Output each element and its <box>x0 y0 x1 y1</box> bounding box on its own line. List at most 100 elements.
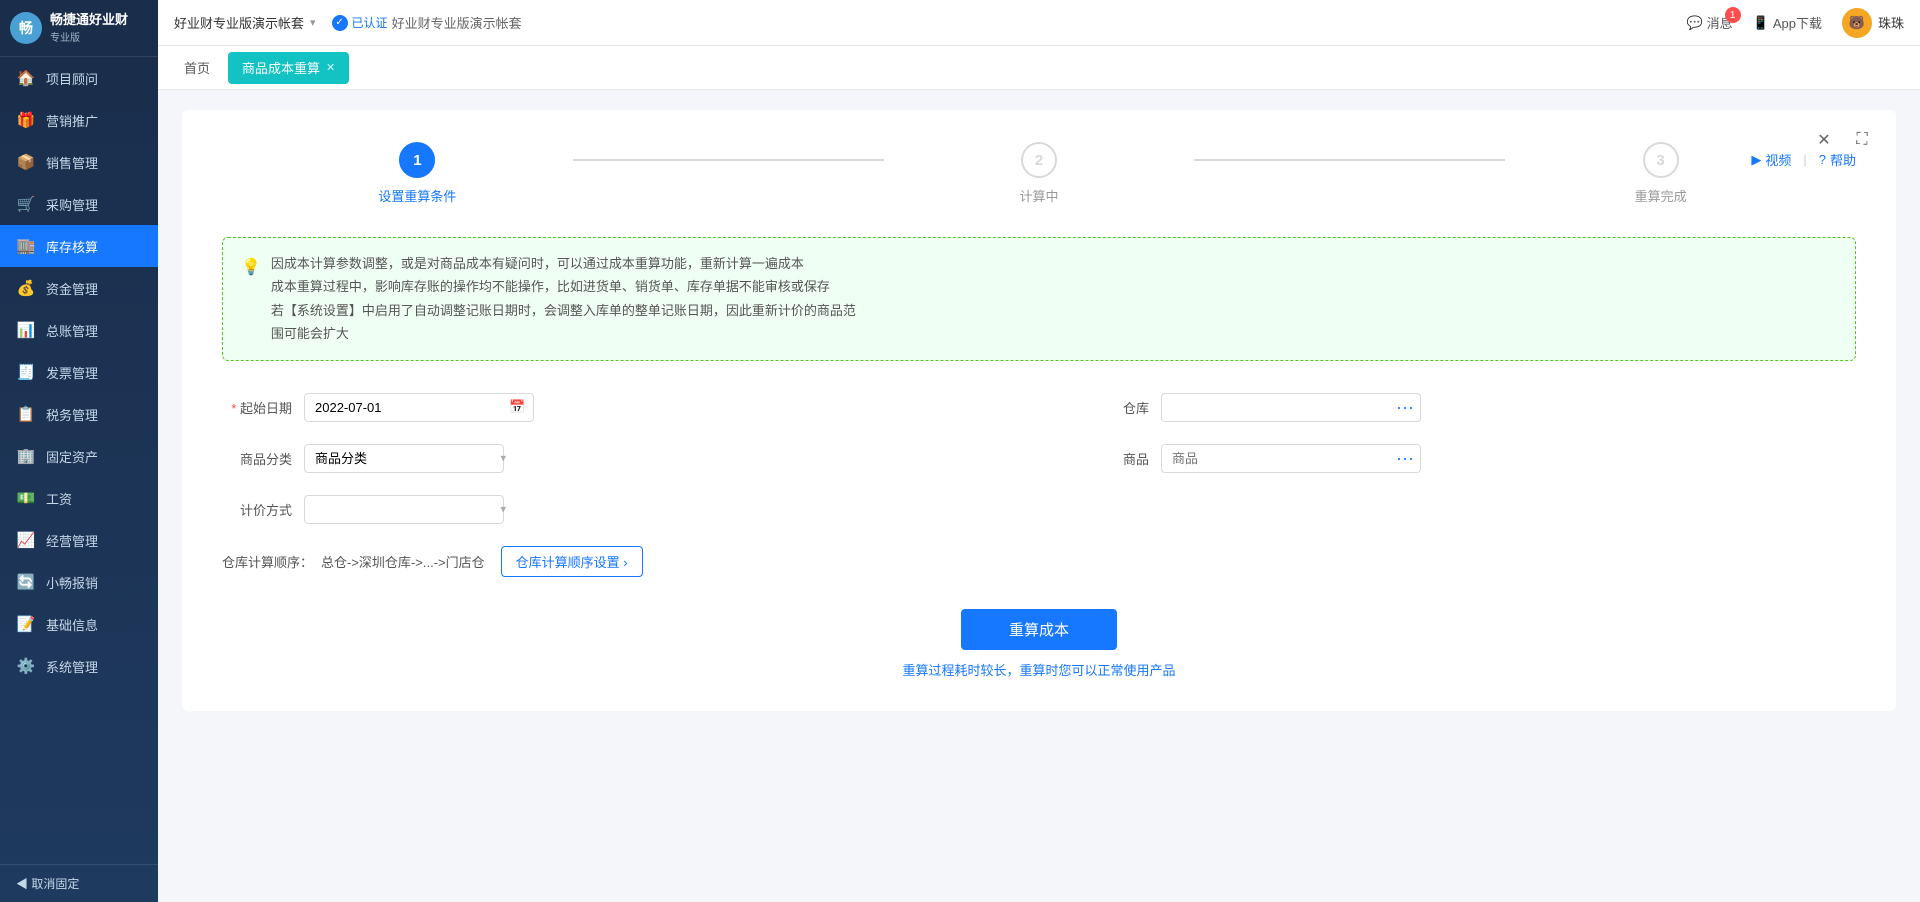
warehouse-field: 仓库 ··· <box>1079 393 1856 422</box>
invoice-icon: 🧾 <box>16 362 36 382</box>
help-link[interactable]: ? 帮助 <box>1819 150 1856 169</box>
info-line-1: 因成本计算参数调整，或是对商品成本有疑问时，可以通过成本重算功能，重新计算一遍成… <box>271 252 856 275</box>
content-area: ✕ ⛶ 1 设置重算条件 2 <box>158 90 1920 902</box>
form-row-2: 商品分类 商品分类 ▾ 商品 ··· <box>222 444 1856 473</box>
step-1-label: 设置重算条件 <box>378 186 456 205</box>
sidebar-item-sales[interactable]: 📦 销售管理 <box>0 141 158 183</box>
sidebar-item-inventory[interactable]: 🏬 库存核算 <box>0 225 158 267</box>
tab-home-label: 首页 <box>184 58 210 77</box>
info-box: 💡 因成本计算参数调整，或是对商品成本有疑问时，可以通过成本重算功能，重新计算一… <box>222 237 1856 361</box>
sidebar-item-label: 销售管理 <box>46 153 98 172</box>
sidebar-item-assets[interactable]: 🏢 固定资产 <box>0 435 158 477</box>
form-row-1: 起始日期 📅 仓库 ··· <box>222 393 1856 422</box>
category-label: 商品分类 <box>222 449 292 468</box>
tabs-bar: 首页 商品成本重算 ✕ <box>158 46 1920 90</box>
sidebar-item-project[interactable]: 🏠 项目顾问 <box>0 57 158 99</box>
recalc-button[interactable]: 重算成本 <box>961 609 1117 650</box>
tab-home[interactable]: 首页 <box>170 52 224 84</box>
warehouse-input[interactable] <box>1162 394 1390 421</box>
basic-icon: 📝 <box>16 614 36 634</box>
calc-order-settings-button[interactable]: 仓库计算顺序设置 › <box>501 546 643 577</box>
app-subtitle: 专业版 <box>50 29 128 44</box>
tab-recalc-label: 商品成本重算 <box>242 58 320 77</box>
assets-icon: 🏢 <box>16 446 36 466</box>
start-date-field: 起始日期 📅 <box>222 393 999 422</box>
sidebar-item-label: 发票管理 <box>46 363 98 382</box>
sidebar-item-label: 经营管理 <box>46 531 98 550</box>
sidebar-item-marketing[interactable]: 🎁 营销推广 <box>0 99 158 141</box>
sidebar-item-expense[interactable]: 🔄 小畅报销 <box>0 561 158 603</box>
shield-icon: ✓ <box>332 15 348 31</box>
category-field: 商品分类 商品分类 ▾ <box>222 444 999 473</box>
sales-icon: 📦 <box>16 152 36 172</box>
steps-right-actions: ▶ 视频 | ? 帮助 <box>1751 150 1856 169</box>
sidebar-item-purchase[interactable]: 🛒 采购管理 <box>0 183 158 225</box>
step-1: 1 设置重算条件 <box>262 142 573 205</box>
play-icon: ▶ <box>1751 152 1761 168</box>
start-date-input[interactable] <box>305 394 501 421</box>
app-title: 畅捷通好业财 <box>50 12 128 29</box>
sidebar-item-label: 基础信息 <box>46 615 98 634</box>
calc-order-prefix-label: 仓库计算顺序： <box>222 552 313 571</box>
step-2: 2 计算中 <box>884 142 1195 205</box>
calendar-icon[interactable]: 📅 <box>501 399 533 415</box>
pricing-select[interactable] <box>304 495 504 524</box>
sidebar-item-basic[interactable]: 📝 基础信息 <box>0 603 158 645</box>
info-line-2: 成本重算过程中，影响库存账的操作均不能操作，比如进货单、销货单、库存单据不能审核… <box>271 275 856 298</box>
main-area: 好业财专业版演示帐套 ▾ ✓ 已认证 好业财专业版演示帐套 💬 消息 1 📱 A… <box>158 0 1920 902</box>
step-3-label: 重算完成 <box>1635 186 1687 205</box>
sidebar-item-label: 固定资产 <box>46 447 98 466</box>
sidebar-item-system[interactable]: ⚙️ 系统管理 <box>0 645 158 687</box>
info-bulb-icon: 💡 <box>241 254 261 346</box>
sidebar-item-label: 采购管理 <box>46 195 98 214</box>
category-select[interactable]: 商品分类 <box>304 444 504 473</box>
user-profile-button[interactable]: 🐻 珠珠 <box>1842 8 1904 38</box>
sidebar-item-label: 总账管理 <box>46 321 98 340</box>
sidebar-item-tax[interactable]: 📋 税务管理 <box>0 393 158 435</box>
account-chevron-icon: ▾ <box>310 16 316 29</box>
account-selector[interactable]: 好业财专业版演示帐套 ▾ <box>174 13 316 32</box>
sidebar-item-invoice[interactable]: 🧾 发票管理 <box>0 351 158 393</box>
sidebar-item-finance[interactable]: 💰 资金管理 <box>0 267 158 309</box>
app-download-label: App下载 <box>1773 13 1822 32</box>
warehouse-input-wrapper[interactable]: ··· <box>1161 393 1421 422</box>
sidebar-item-operations[interactable]: 📈 经营管理 <box>0 519 158 561</box>
goods-input-wrapper[interactable]: ··· <box>1161 444 1421 473</box>
account-full-name: 好业财专业版演示帐套 <box>392 13 522 32</box>
sidebar-item-label: 小畅报销 <box>46 573 98 592</box>
sidebar-header: 畅 畅捷通好业财 专业版 <box>0 0 158 57</box>
project-icon: 🏠 <box>16 68 36 88</box>
help-icon: ? <box>1819 152 1826 167</box>
sidebar-item-label: 营销推广 <box>46 111 98 130</box>
sidebar-item-label: 库存核算 <box>46 237 98 256</box>
video-link[interactable]: ▶ 视频 <box>1751 150 1791 169</box>
step-3-circle: 3 <box>1643 142 1679 178</box>
step-line-1 <box>573 159 884 161</box>
inventory-icon: 🏬 <box>16 236 36 256</box>
verified-text: 已认证 <box>352 14 388 31</box>
avatar: 🐻 <box>1842 8 1872 38</box>
tab-recalc[interactable]: 商品成本重算 ✕ <box>228 52 349 84</box>
goods-input[interactable] <box>1162 445 1390 472</box>
step-2-label: 计算中 <box>1019 186 1058 205</box>
calc-order-settings-label: 仓库计算顺序设置 › <box>516 552 628 571</box>
pricing-field: 计价方式 ▾ <box>222 495 1856 524</box>
goods-field: 商品 ··· <box>1079 444 1856 473</box>
warehouse-dots-button[interactable]: ··· <box>1390 398 1420 416</box>
system-icon: ⚙️ <box>16 656 36 676</box>
tab-recalc-close-icon[interactable]: ✕ <box>326 61 335 74</box>
sidebar-item-accounting[interactable]: 📊 总账管理 <box>0 309 158 351</box>
sidebar-item-label: 项目顾问 <box>46 69 98 88</box>
goods-dots-button[interactable]: ··· <box>1390 449 1420 467</box>
app-download-button[interactable]: 📱 App下载 <box>1753 13 1822 32</box>
pricing-label: 计价方式 <box>222 500 292 519</box>
start-date-input-wrapper[interactable]: 📅 <box>304 393 534 422</box>
step-2-circle: 2 <box>1021 142 1057 178</box>
calc-order-value: 总仓->深圳仓库->...->门店仓 <box>321 552 485 571</box>
message-button[interactable]: 💬 消息 1 <box>1686 13 1732 32</box>
sidebar-unpin-button[interactable]: ◀ 取消固定 <box>0 864 158 902</box>
salary-icon: 💵 <box>16 488 36 508</box>
sidebar-item-salary[interactable]: 💵 工资 <box>0 477 158 519</box>
warehouse-label: 仓库 <box>1079 398 1149 417</box>
phone-icon: 📱 <box>1753 15 1769 31</box>
